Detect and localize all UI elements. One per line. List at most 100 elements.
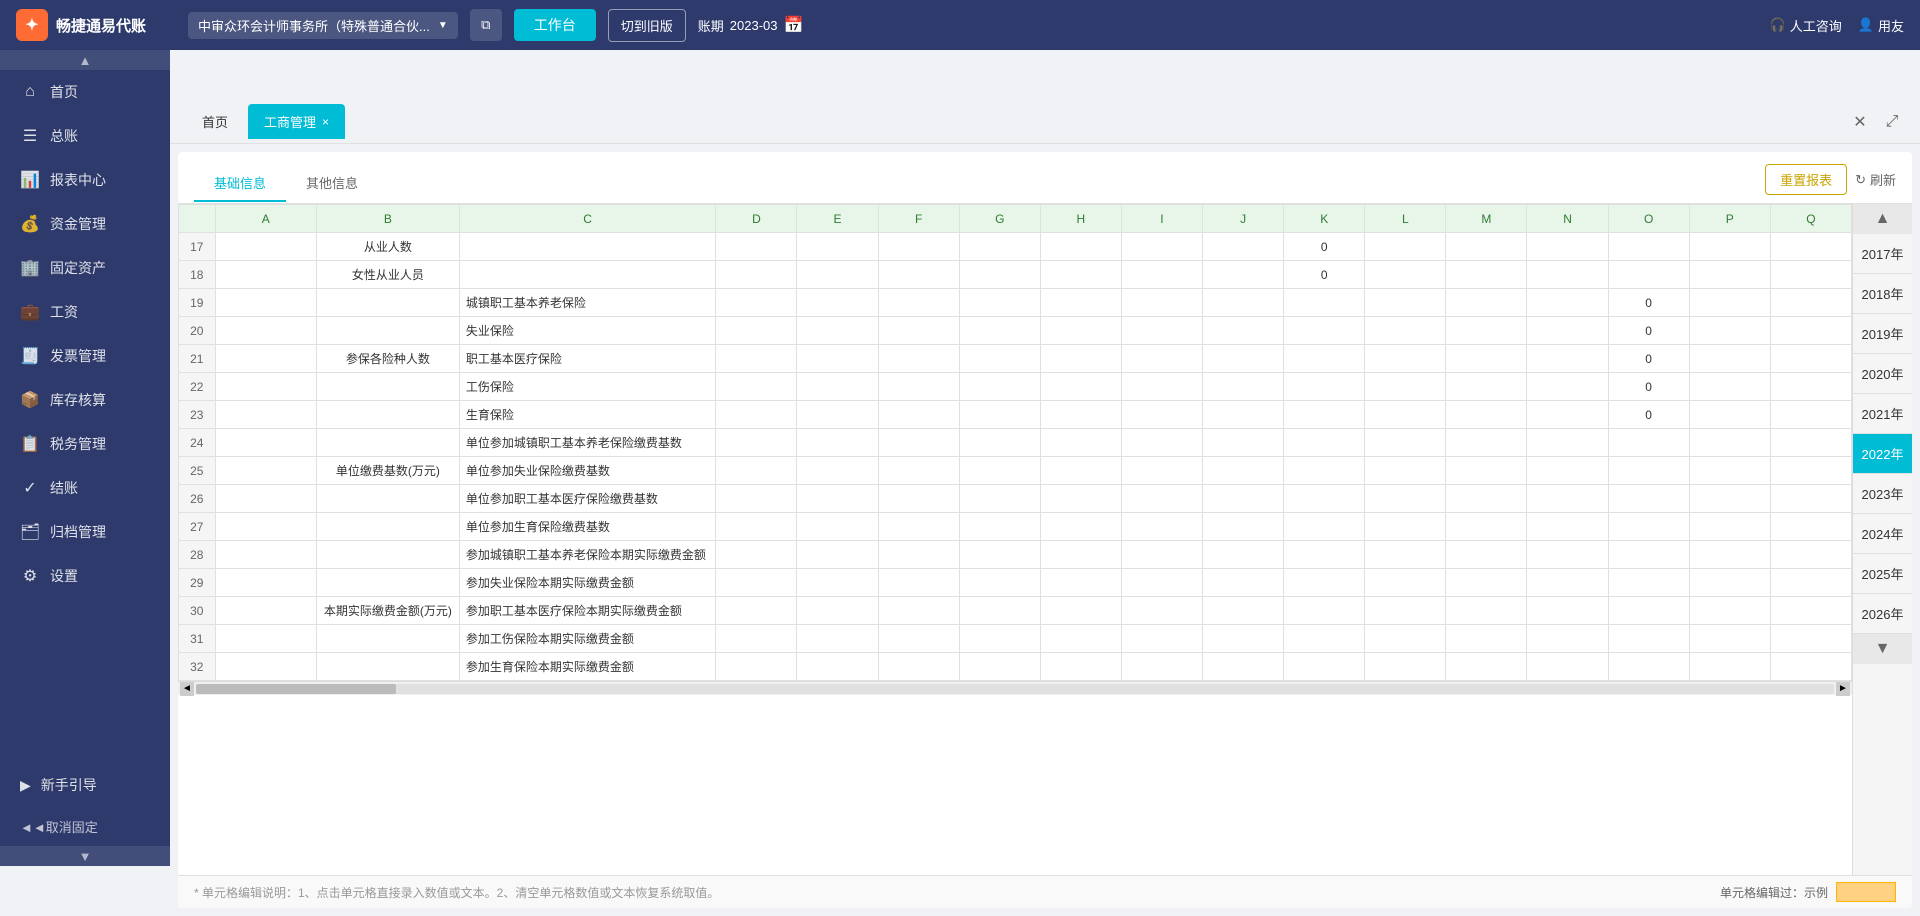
cell-18-c[interactable] bbox=[459, 261, 716, 289]
cell-20-o[interactable]: 0 bbox=[1608, 317, 1689, 345]
cell-27-o[interactable] bbox=[1608, 513, 1689, 541]
cell-17-c[interactable] bbox=[459, 233, 716, 261]
sidebar-item-ledger[interactable]: ☰ 总账 bbox=[0, 114, 170, 158]
cell-19-e[interactable] bbox=[797, 289, 878, 317]
cell-22-j[interactable] bbox=[1203, 373, 1284, 401]
cell-26-o[interactable] bbox=[1608, 485, 1689, 513]
cell-31-k[interactable] bbox=[1284, 625, 1365, 653]
cell-22-o[interactable]: 0 bbox=[1608, 373, 1689, 401]
cell-23-a[interactable] bbox=[215, 401, 316, 429]
year-item-2019[interactable]: 2019年 bbox=[1853, 314, 1912, 354]
cell-26-e[interactable] bbox=[797, 485, 878, 513]
cell-19-p[interactable] bbox=[1689, 289, 1770, 317]
sidebar-item-archive[interactable]: 🗂 归档管理 bbox=[0, 510, 170, 554]
cell-27-k[interactable] bbox=[1284, 513, 1365, 541]
cell-32-j[interactable] bbox=[1203, 653, 1284, 681]
cell-19-i[interactable] bbox=[1121, 289, 1202, 317]
cell-28-m[interactable] bbox=[1446, 541, 1527, 569]
switch-version-button[interactable]: 切到旧版 bbox=[608, 9, 686, 42]
sidebar-item-wages[interactable]: 💼 工资 bbox=[0, 290, 170, 334]
cell-19-c[interactable]: 城镇职工基本养老保险 bbox=[459, 289, 716, 317]
cell-26-f[interactable] bbox=[878, 485, 959, 513]
cell-17-p[interactable] bbox=[1689, 233, 1770, 261]
cell-24-o[interactable] bbox=[1608, 429, 1689, 457]
cell-31-d[interactable] bbox=[716, 625, 797, 653]
cell-19-a[interactable] bbox=[215, 289, 316, 317]
cell-26-g[interactable] bbox=[959, 485, 1040, 513]
cell-22-h[interactable] bbox=[1040, 373, 1121, 401]
cell-30-g[interactable] bbox=[959, 597, 1040, 625]
cell-30-j[interactable] bbox=[1203, 597, 1284, 625]
cell-29-q[interactable] bbox=[1770, 569, 1851, 597]
cell-22-m[interactable] bbox=[1446, 373, 1527, 401]
sub-tab-basic[interactable]: 基础信息 bbox=[194, 165, 286, 202]
cell-32-a[interactable] bbox=[215, 653, 316, 681]
year-item-2023[interactable]: 2023年 bbox=[1853, 474, 1912, 514]
cell-26-q[interactable] bbox=[1770, 485, 1851, 513]
sidebar-item-home[interactable]: ⌂ 首页 bbox=[0, 70, 170, 114]
cell-31-b[interactable] bbox=[316, 625, 459, 653]
cell-17-a[interactable] bbox=[215, 233, 316, 261]
cell-21-o[interactable]: 0 bbox=[1608, 345, 1689, 373]
cell-20-j[interactable] bbox=[1203, 317, 1284, 345]
cell-20-i[interactable] bbox=[1121, 317, 1202, 345]
cell-23-k[interactable] bbox=[1284, 401, 1365, 429]
cell-22-g[interactable] bbox=[959, 373, 1040, 401]
cell-27-h[interactable] bbox=[1040, 513, 1121, 541]
refresh-button[interactable]: ↻ 刷新 bbox=[1855, 170, 1896, 189]
calendar-icon[interactable]: 📅 bbox=[784, 15, 804, 35]
cell-26-b[interactable] bbox=[316, 485, 459, 513]
cell-17-n[interactable] bbox=[1527, 233, 1608, 261]
cell-19-k[interactable] bbox=[1284, 289, 1365, 317]
cell-31-a[interactable] bbox=[215, 625, 316, 653]
cell-21-e[interactable] bbox=[797, 345, 878, 373]
year-item-2017[interactable]: 2017年 bbox=[1853, 234, 1912, 274]
cell-19-q[interactable] bbox=[1770, 289, 1851, 317]
cell-30-b[interactable]: 本期实际缴费金额(万元) bbox=[316, 597, 459, 625]
cell-23-i[interactable] bbox=[1121, 401, 1202, 429]
cell-18-p[interactable] bbox=[1689, 261, 1770, 289]
cell-18-f[interactable] bbox=[878, 261, 959, 289]
cell-29-i[interactable] bbox=[1121, 569, 1202, 597]
cell-28-o[interactable] bbox=[1608, 541, 1689, 569]
company-selector[interactable]: 中审众环会计师事务所（特殊普通合伙... ▼ bbox=[188, 12, 458, 39]
cell-28-g[interactable] bbox=[959, 541, 1040, 569]
cell-23-e[interactable] bbox=[797, 401, 878, 429]
cell-20-f[interactable] bbox=[878, 317, 959, 345]
cell-27-p[interactable] bbox=[1689, 513, 1770, 541]
cell-20-b[interactable] bbox=[316, 317, 459, 345]
cell-27-c[interactable]: 单位参加生育保险缴费基数 bbox=[459, 513, 716, 541]
cell-31-q[interactable] bbox=[1770, 625, 1851, 653]
cell-23-j[interactable] bbox=[1203, 401, 1284, 429]
cell-25-o[interactable] bbox=[1608, 457, 1689, 485]
cell-17-k[interactable]: 0 bbox=[1284, 233, 1365, 261]
cell-17-o[interactable] bbox=[1608, 233, 1689, 261]
new-user-guide-button[interactable]: ▶ 新手引导 bbox=[0, 763, 170, 807]
cell-31-i[interactable] bbox=[1121, 625, 1202, 653]
cell-22-c[interactable]: 工伤保险 bbox=[459, 373, 716, 401]
cell-29-a[interactable] bbox=[215, 569, 316, 597]
tab-close-icon[interactable]: × bbox=[322, 115, 329, 129]
maximize-window-button[interactable]: ⤢ bbox=[1880, 110, 1904, 134]
cell-32-p[interactable] bbox=[1689, 653, 1770, 681]
cell-25-e[interactable] bbox=[797, 457, 878, 485]
cell-29-n[interactable] bbox=[1527, 569, 1608, 597]
cell-28-i[interactable] bbox=[1121, 541, 1202, 569]
cell-24-j[interactable] bbox=[1203, 429, 1284, 457]
cell-22-e[interactable] bbox=[797, 373, 878, 401]
cell-17-h[interactable] bbox=[1040, 233, 1121, 261]
cell-32-m[interactable] bbox=[1446, 653, 1527, 681]
cell-31-p[interactable] bbox=[1689, 625, 1770, 653]
cell-25-p[interactable] bbox=[1689, 457, 1770, 485]
cell-30-h[interactable] bbox=[1040, 597, 1121, 625]
cell-17-q[interactable] bbox=[1770, 233, 1851, 261]
cell-29-o[interactable] bbox=[1608, 569, 1689, 597]
cell-18-a[interactable] bbox=[215, 261, 316, 289]
cell-31-m[interactable] bbox=[1446, 625, 1527, 653]
cell-17-j[interactable] bbox=[1203, 233, 1284, 261]
cell-19-h[interactable] bbox=[1040, 289, 1121, 317]
cell-19-d[interactable] bbox=[716, 289, 797, 317]
cell-32-b[interactable] bbox=[316, 653, 459, 681]
cell-21-j[interactable] bbox=[1203, 345, 1284, 373]
cell-26-i[interactable] bbox=[1121, 485, 1202, 513]
